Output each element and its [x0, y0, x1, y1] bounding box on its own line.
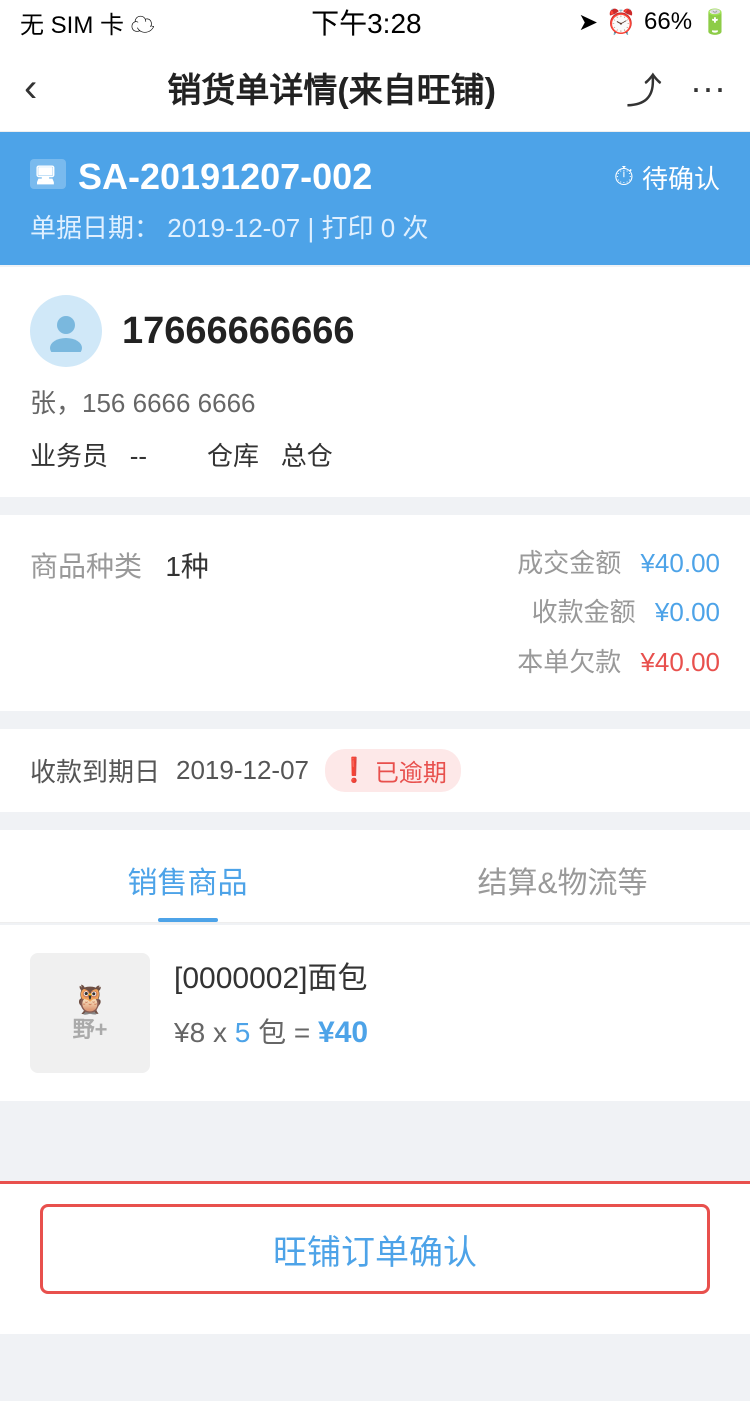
status-bar: 无 SIM 卡 ☁ 下午3:28 ➤ ⏰ 66% 🔋 — [0, 0, 750, 44]
overdue-text: 已逾期 — [375, 753, 447, 788]
clock-icon: ⏱ — [614, 161, 634, 193]
nav-actions: ⤴ ··· — [626, 62, 726, 114]
warehouse-val: 总仓 — [281, 441, 333, 471]
product-logo-text: 野+ — [73, 1017, 108, 1043]
received-label: 收款金额 — [532, 597, 636, 627]
status-right: ➤ ⏰ 66% 🔋 — [578, 8, 730, 37]
sim-label: 无 SIM 卡 ☁ — [20, 5, 155, 40]
due-label: 本单欠款 — [517, 647, 621, 677]
product-info: [0000002]面包 ¥8 x 5 包 = ¥40 — [174, 953, 720, 1051]
meta-separator: | — [307, 213, 321, 243]
avatar — [30, 295, 102, 367]
print-label: 打印 — [321, 213, 373, 243]
product-unit: 包 — [258, 1017, 286, 1048]
print-unit: 次 — [402, 213, 428, 243]
customer-card: 17666666666 张，156 6666 6666 业务员 -- 仓库 总仓 — [0, 267, 750, 497]
goods-type-label: 商品种类 — [30, 551, 142, 582]
share-button[interactable]: ⤴ — [626, 62, 662, 114]
summary-row: 商品种类 1种 成交金额 ¥40.00 收款金额 ¥0.00 本单欠款 ¥40.… — [30, 539, 720, 687]
equals-sign: = — [294, 1017, 318, 1048]
product-card: 🦉 野+ [0000002]面包 ¥8 x 5 包 = ¥40 — [0, 925, 750, 1101]
product-qty: 5 — [235, 1017, 251, 1048]
header-top: 🖥 SA-20191207-002 ⏱ 待确认 — [30, 156, 720, 198]
amount-label: 成交金额 — [517, 548, 621, 578]
multiply-sign: x — [213, 1017, 235, 1048]
svg-text:🖥: 🖥 — [34, 165, 57, 185]
meta-date-val: 2019-12-07 — [167, 213, 300, 243]
confirm-btn-wrap: 旺铺订单确认 — [0, 1181, 750, 1334]
due-date-val: 2019-12-07 — [176, 755, 309, 786]
meta-date-label: 单据日期： — [30, 213, 160, 243]
order-meta: 单据日期： 2019-12-07 | 打印 0 次 — [30, 208, 720, 245]
nav-bar: ‹ 销货单详情(来自旺铺) ⤴ ··· — [0, 44, 750, 132]
tab-products-label: 销售商品 — [128, 867, 248, 900]
received-val: ¥0.00 — [655, 597, 720, 627]
warehouse-info: 仓库 总仓 — [207, 436, 333, 473]
price-unit: ¥8 — [174, 1017, 205, 1048]
status-text: 待确认 — [642, 159, 720, 196]
due-row: 本单欠款 ¥40.00 — [517, 638, 720, 687]
due-val: ¥40.00 — [640, 647, 720, 677]
customer-top: 17666666666 — [30, 295, 720, 367]
tab-settlement[interactable]: 结算&物流等 — [375, 830, 750, 922]
back-button[interactable]: ‹ — [24, 68, 37, 108]
goods-type: 商品种类 1种 — [30, 539, 209, 585]
confirm-button[interactable]: 旺铺订单确认 — [40, 1204, 710, 1294]
tabs: 销售商品 结算&物流等 — [0, 830, 750, 923]
goods-type-val: 1种 — [165, 551, 209, 582]
product-logo: 🦉 野+ — [73, 983, 108, 1043]
product-thumbnail: 🦉 野+ — [30, 953, 150, 1073]
order-status-badge: ⏱ 待确认 — [614, 159, 720, 196]
more-button[interactable]: ··· — [690, 67, 726, 109]
product-total: ¥40 — [318, 1016, 368, 1049]
tab-settlement-label: 结算&物流等 — [477, 867, 647, 900]
tab-products[interactable]: 销售商品 — [0, 830, 375, 922]
status-left: 无 SIM 卡 ☁ — [20, 5, 155, 40]
overdue-icon: ❗ — [339, 756, 369, 785]
sales-label: 业务员 — [30, 441, 108, 471]
customer-meta: 业务员 -- 仓库 总仓 — [30, 436, 720, 473]
due-date-row: 收款到期日 2019-12-07 ❗ 已逾期 — [0, 729, 750, 812]
summary-card: 商品种类 1种 成交金额 ¥40.00 收款金额 ¥0.00 本单欠款 ¥40.… — [0, 515, 750, 711]
product-name: [0000002]面包 — [174, 953, 720, 997]
product-price: ¥8 x 5 包 = ¥40 — [174, 1011, 720, 1051]
order-icon: 🖥 — [30, 156, 66, 198]
sales-info: 业务员 -- — [30, 436, 147, 473]
alarm-icon: ⏰ — [606, 8, 636, 37]
confirm-button-label: 旺铺订单确认 — [273, 1225, 477, 1274]
location-icon: ➤ — [578, 8, 598, 37]
customer-sub-info: 张，156 6666 6666 — [30, 383, 720, 420]
overdue-badge: ❗ 已逾期 — [325, 749, 461, 792]
warehouse-label: 仓库 — [207, 441, 259, 471]
amount-row: 成交金额 ¥40.00 — [517, 539, 720, 588]
status-time: 下午3:28 — [311, 2, 422, 42]
battery-label: 66% — [644, 8, 692, 36]
page-title: 销货单详情(来自旺铺) — [167, 63, 496, 112]
amount-val: ¥40.00 — [640, 548, 720, 578]
due-date-label: 收款到期日 — [30, 752, 160, 789]
order-id-text: SA-20191207-002 — [78, 156, 372, 198]
amounts: 成交金额 ¥40.00 收款金额 ¥0.00 本单欠款 ¥40.00 — [517, 539, 720, 687]
received-row: 收款金额 ¥0.00 — [517, 588, 720, 637]
battery-icon: 🔋 — [700, 8, 730, 37]
order-id: 🖥 SA-20191207-002 — [30, 156, 372, 198]
order-header-card: 🖥 SA-20191207-002 ⏱ 待确认 单据日期： 2019-12-07… — [0, 132, 750, 265]
sales-val: -- — [130, 441, 147, 471]
customer-phone: 17666666666 — [122, 310, 354, 353]
print-count: 0 — [381, 213, 395, 243]
